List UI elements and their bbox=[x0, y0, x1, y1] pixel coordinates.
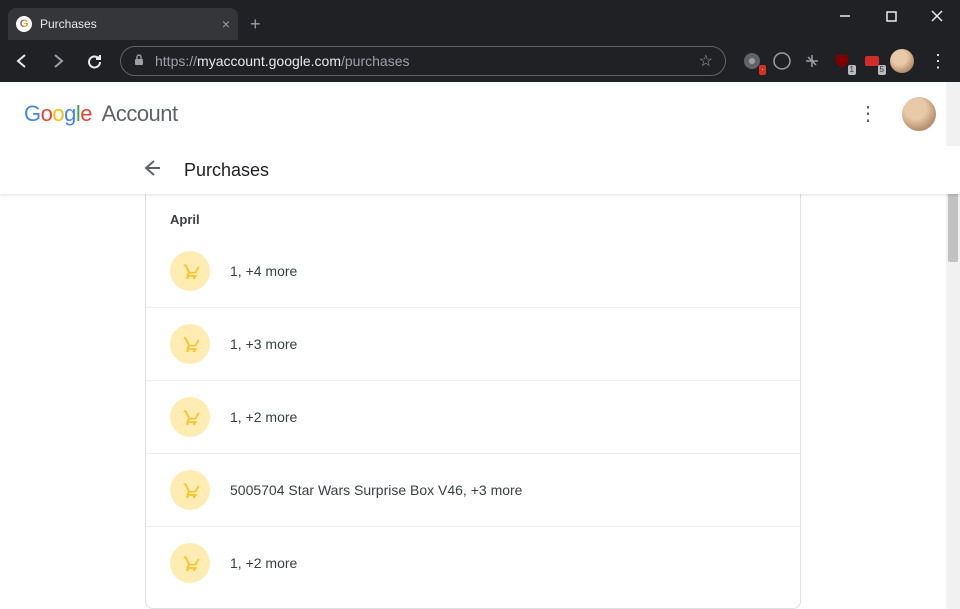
back-button[interactable] bbox=[140, 157, 162, 184]
extension-badge: 5 bbox=[878, 65, 886, 75]
cart-icon bbox=[170, 543, 210, 583]
tab-title: Purchases bbox=[40, 17, 214, 31]
purchase-label: 5005704 Star Wars Surprise Box V46, +3 m… bbox=[230, 482, 522, 498]
cart-icon bbox=[170, 397, 210, 437]
browser-toolbar: https://myaccount.google.com/purchases ☆… bbox=[0, 40, 960, 82]
purchase-row[interactable]: 1, +2 more bbox=[146, 380, 800, 453]
browser-tab[interactable]: G Purchases × bbox=[8, 8, 238, 40]
bookmark-star-icon[interactable]: ☆ bbox=[699, 51, 713, 71]
extension-icon[interactable] bbox=[770, 49, 794, 73]
lock-icon bbox=[133, 53, 145, 69]
browser-chrome: G Purchases × + https://myaccount.google… bbox=[0, 0, 960, 82]
tab-strip: G Purchases × + bbox=[0, 0, 960, 40]
page-subheader: Purchases bbox=[0, 146, 960, 194]
new-tab-button[interactable]: + bbox=[250, 8, 261, 40]
purchase-label: 1, +2 more bbox=[230, 409, 297, 425]
extension-ublock-icon[interactable]: 1 bbox=[830, 49, 854, 73]
window-close-button[interactable] bbox=[914, 0, 960, 32]
extension-badge: 1 bbox=[848, 65, 856, 75]
window-minimize-button[interactable] bbox=[822, 0, 868, 32]
google-logo: Google Account bbox=[24, 101, 178, 127]
address-bar[interactable]: https://myaccount.google.com/purchases ☆ bbox=[120, 46, 726, 76]
page-title: Purchases bbox=[184, 160, 269, 181]
window-maximize-button[interactable] bbox=[868, 0, 914, 32]
purchase-label: 1, +2 more bbox=[230, 555, 297, 571]
cart-icon bbox=[170, 251, 210, 291]
month-heading: April bbox=[146, 194, 800, 235]
profile-avatar[interactable] bbox=[890, 49, 914, 73]
extension-icon[interactable] bbox=[800, 49, 824, 73]
cart-icon bbox=[170, 470, 210, 510]
nav-forward-button[interactable] bbox=[42, 45, 74, 77]
url-text: https://myaccount.google.com/purchases bbox=[155, 53, 409, 69]
purchases-card: April 1, +4 more 1, +3 more 1, +2 more 5005… bbox=[145, 194, 801, 609]
tab-close-icon[interactable]: × bbox=[222, 17, 230, 31]
purchase-row[interactable]: 1, +4 more bbox=[146, 235, 800, 307]
page-options-button[interactable]: ⋮ bbox=[858, 101, 878, 126]
extension-icon[interactable]: · bbox=[740, 49, 764, 73]
nav-back-button[interactable] bbox=[6, 45, 38, 77]
nav-reload-button[interactable] bbox=[78, 45, 110, 77]
purchase-row[interactable]: 5005704 Star Wars Surprise Box V46, +3 m… bbox=[146, 453, 800, 526]
chrome-menu-button[interactable]: ⋮ bbox=[922, 51, 954, 72]
purchase-label: 1, +3 more bbox=[230, 336, 297, 352]
extension-lastpass-icon[interactable]: 5 bbox=[860, 49, 884, 73]
extension-badge: · bbox=[759, 65, 766, 75]
google-account-header: Google Account ⋮ bbox=[0, 82, 960, 146]
page-viewport: Google Account ⋮ Purchases April 1, +4 m… bbox=[0, 82, 960, 609]
purchase-row[interactable]: 1, +2 more bbox=[146, 526, 800, 599]
purchase-row[interactable]: 1, +3 more bbox=[146, 307, 800, 380]
google-favicon: G bbox=[16, 16, 32, 32]
account-avatar[interactable] bbox=[902, 97, 936, 131]
cart-icon bbox=[170, 324, 210, 364]
purchase-label: 1, +4 more bbox=[230, 263, 297, 279]
